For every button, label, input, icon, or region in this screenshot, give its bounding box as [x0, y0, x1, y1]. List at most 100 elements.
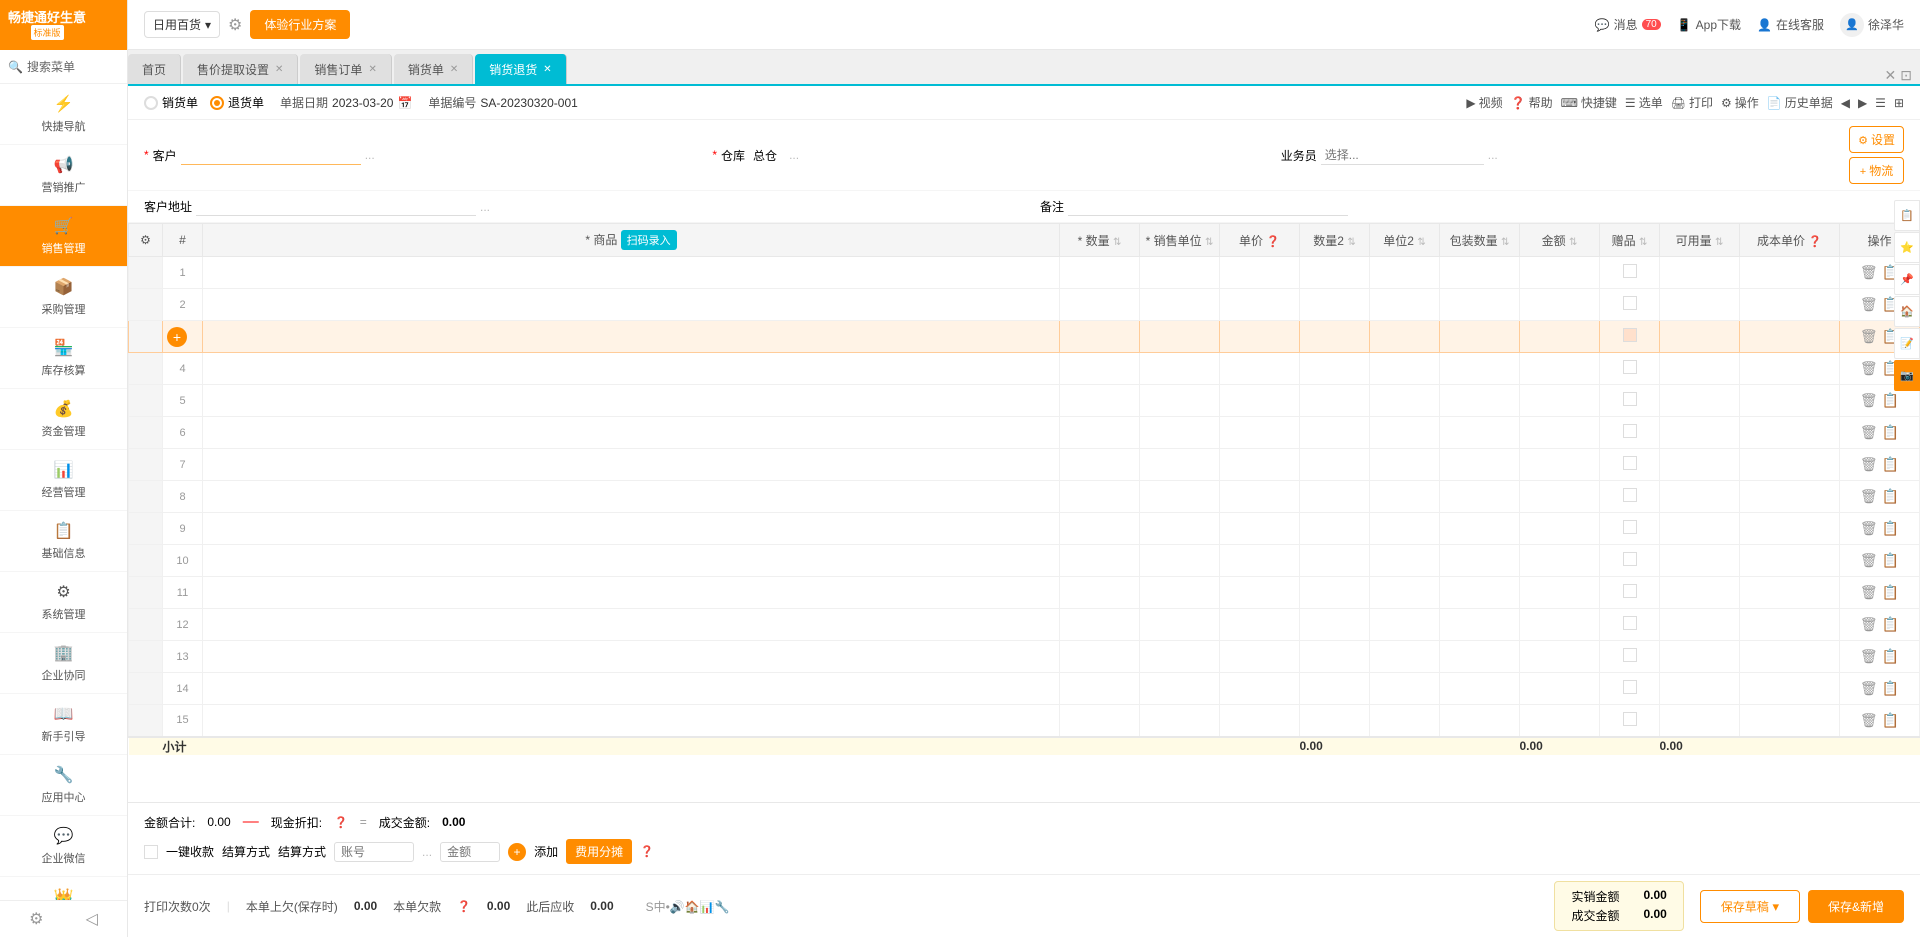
- list-view-btn[interactable]: ☰: [1875, 96, 1886, 110]
- delete-row-btn[interactable]: 🗑: [1860, 680, 1878, 697]
- add-payment-btn[interactable]: +: [508, 843, 526, 861]
- row-avail[interactable]: [1660, 417, 1740, 449]
- salesperson-input[interactable]: [1321, 146, 1484, 165]
- row-cost[interactable]: [1740, 705, 1840, 737]
- radio-return[interactable]: 退货单: [210, 94, 264, 111]
- app-download-btn[interactable]: 📱 App下载: [1677, 16, 1741, 33]
- row-qty2[interactable]: [1300, 449, 1370, 481]
- row-unit[interactable]: [1140, 289, 1220, 321]
- tab-sales-close[interactable]: ✕: [450, 64, 458, 75]
- row-pkg[interactable]: [1440, 481, 1520, 513]
- th-unit2[interactable]: 单位2 ⇅: [1370, 224, 1440, 257]
- row-avail[interactable]: [1660, 513, 1740, 545]
- th-gift[interactable]: 赠品 ⇅: [1600, 224, 1660, 257]
- row-goods[interactable]: [203, 673, 1060, 705]
- row-pkg[interactable]: [1440, 321, 1520, 353]
- row-avail[interactable]: [1660, 481, 1740, 513]
- tab-sales[interactable]: 销货单 ✕: [394, 54, 473, 84]
- row-unit2[interactable]: [1370, 641, 1440, 673]
- row-qty[interactable]: [1060, 641, 1140, 673]
- row-qty2[interactable]: [1300, 257, 1370, 289]
- row-price[interactable]: [1220, 257, 1300, 289]
- sidebar-item-finance[interactable]: 💰 资金管理: [0, 389, 127, 450]
- copy-row-btn[interactable]: 📋: [1882, 552, 1899, 569]
- row-avail[interactable]: [1660, 545, 1740, 577]
- row-qty[interactable]: [1060, 481, 1140, 513]
- sidebar-item-enterprise[interactable]: 🏢 企业协同: [0, 633, 127, 694]
- row-amount[interactable]: [1520, 609, 1600, 641]
- row-goods[interactable]: [203, 353, 1060, 385]
- copy-row-btn[interactable]: 📋: [1882, 456, 1899, 473]
- row-amount[interactable]: [1520, 257, 1600, 289]
- row-pkg[interactable]: [1440, 545, 1520, 577]
- right-float-clipboard[interactable]: 📋: [1894, 200, 1920, 231]
- row-pkg[interactable]: [1440, 673, 1520, 705]
- gift-checkbox[interactable]: [1623, 296, 1637, 310]
- gift-checkbox[interactable]: [1623, 360, 1637, 374]
- row-pkg[interactable]: [1440, 257, 1520, 289]
- row-qty[interactable]: [1060, 417, 1140, 449]
- row-price[interactable]: [1220, 513, 1300, 545]
- right-float-orange[interactable]: 📷: [1894, 360, 1920, 391]
- row-gift[interactable]: [1600, 609, 1660, 641]
- grid-view-btn[interactable]: ⊞: [1894, 96, 1904, 110]
- gift-checkbox[interactable]: [1623, 520, 1637, 534]
- address-input[interactable]: [196, 197, 476, 216]
- category-select[interactable]: 日用百货 ▾: [144, 11, 220, 38]
- tab-return-close[interactable]: ✕: [543, 64, 551, 75]
- customer-input[interactable]: [181, 146, 361, 165]
- row-unit[interactable]: [1140, 577, 1220, 609]
- row-qty[interactable]: [1060, 321, 1140, 353]
- row-amount[interactable]: [1520, 353, 1600, 385]
- row-unit2[interactable]: [1370, 481, 1440, 513]
- sidebar-item-shortcuts[interactable]: ⚡ 快捷导航: [0, 84, 127, 145]
- account-input[interactable]: [334, 842, 414, 862]
- row-unit[interactable]: [1140, 257, 1220, 289]
- row-unit2[interactable]: [1370, 257, 1440, 289]
- account-dots[interactable]: ...: [422, 845, 432, 859]
- row-goods[interactable]: [203, 545, 1060, 577]
- copy-row-btn[interactable]: 📋: [1882, 424, 1899, 441]
- row-unit2[interactable]: [1370, 321, 1440, 353]
- copy-row-btn[interactable]: 📋: [1882, 520, 1899, 537]
- row-avail[interactable]: [1660, 257, 1740, 289]
- th-amount[interactable]: 金额 ⇅: [1520, 224, 1600, 257]
- delete-row-btn[interactable]: 🗑: [1860, 360, 1878, 377]
- gift-checkbox[interactable]: [1623, 584, 1637, 598]
- row-pkg[interactable]: [1440, 353, 1520, 385]
- row-cost[interactable]: [1740, 673, 1840, 705]
- row-unit[interactable]: [1140, 545, 1220, 577]
- row-qty2[interactable]: [1300, 641, 1370, 673]
- delete-row-btn[interactable]: 🗑: [1860, 328, 1878, 345]
- sidebar-item-apps[interactable]: 🔧 应用中心: [0, 755, 127, 816]
- row-price[interactable]: [1220, 705, 1300, 737]
- row-avail[interactable]: [1660, 705, 1740, 737]
- row-unit[interactable]: [1140, 705, 1220, 737]
- row-goods[interactable]: [203, 257, 1060, 289]
- row-gift[interactable]: [1600, 289, 1660, 321]
- delete-row-btn[interactable]: 🗑: [1860, 456, 1878, 473]
- row-price[interactable]: [1220, 385, 1300, 417]
- copy-row-btn[interactable]: 📋: [1882, 680, 1899, 697]
- row-unit[interactable]: [1140, 673, 1220, 705]
- row-unit[interactable]: [1140, 321, 1220, 353]
- sidebar-item-marketing[interactable]: 📢 营销推广: [0, 145, 127, 206]
- row-goods[interactable]: [203, 513, 1060, 545]
- row-cost[interactable]: [1740, 257, 1840, 289]
- save-draft-btn[interactable]: 保存草稿 ▾: [1700, 890, 1800, 923]
- row-qty2[interactable]: [1300, 417, 1370, 449]
- help-btn[interactable]: ❓ 帮助: [1511, 94, 1553, 111]
- delete-row-btn[interactable]: 🗑: [1860, 424, 1878, 441]
- row-goods[interactable]: [203, 481, 1060, 513]
- one-click-checkbox[interactable]: [144, 845, 158, 859]
- scan-btn[interactable]: 扫码录入: [621, 230, 677, 250]
- th-avail[interactable]: 可用量 ⇅: [1660, 224, 1740, 257]
- th-gear[interactable]: ⚙: [129, 224, 163, 257]
- row-amount[interactable]: [1520, 545, 1600, 577]
- row-qty[interactable]: [1060, 513, 1140, 545]
- delete-row-btn[interactable]: 🗑: [1860, 616, 1878, 633]
- logistics-btn[interactable]: + 物流: [1849, 157, 1904, 184]
- sidebar-item-basic[interactable]: 📋 基础信息: [0, 511, 127, 572]
- row-gift[interactable]: [1600, 641, 1660, 673]
- gift-checkbox[interactable]: [1623, 456, 1637, 470]
